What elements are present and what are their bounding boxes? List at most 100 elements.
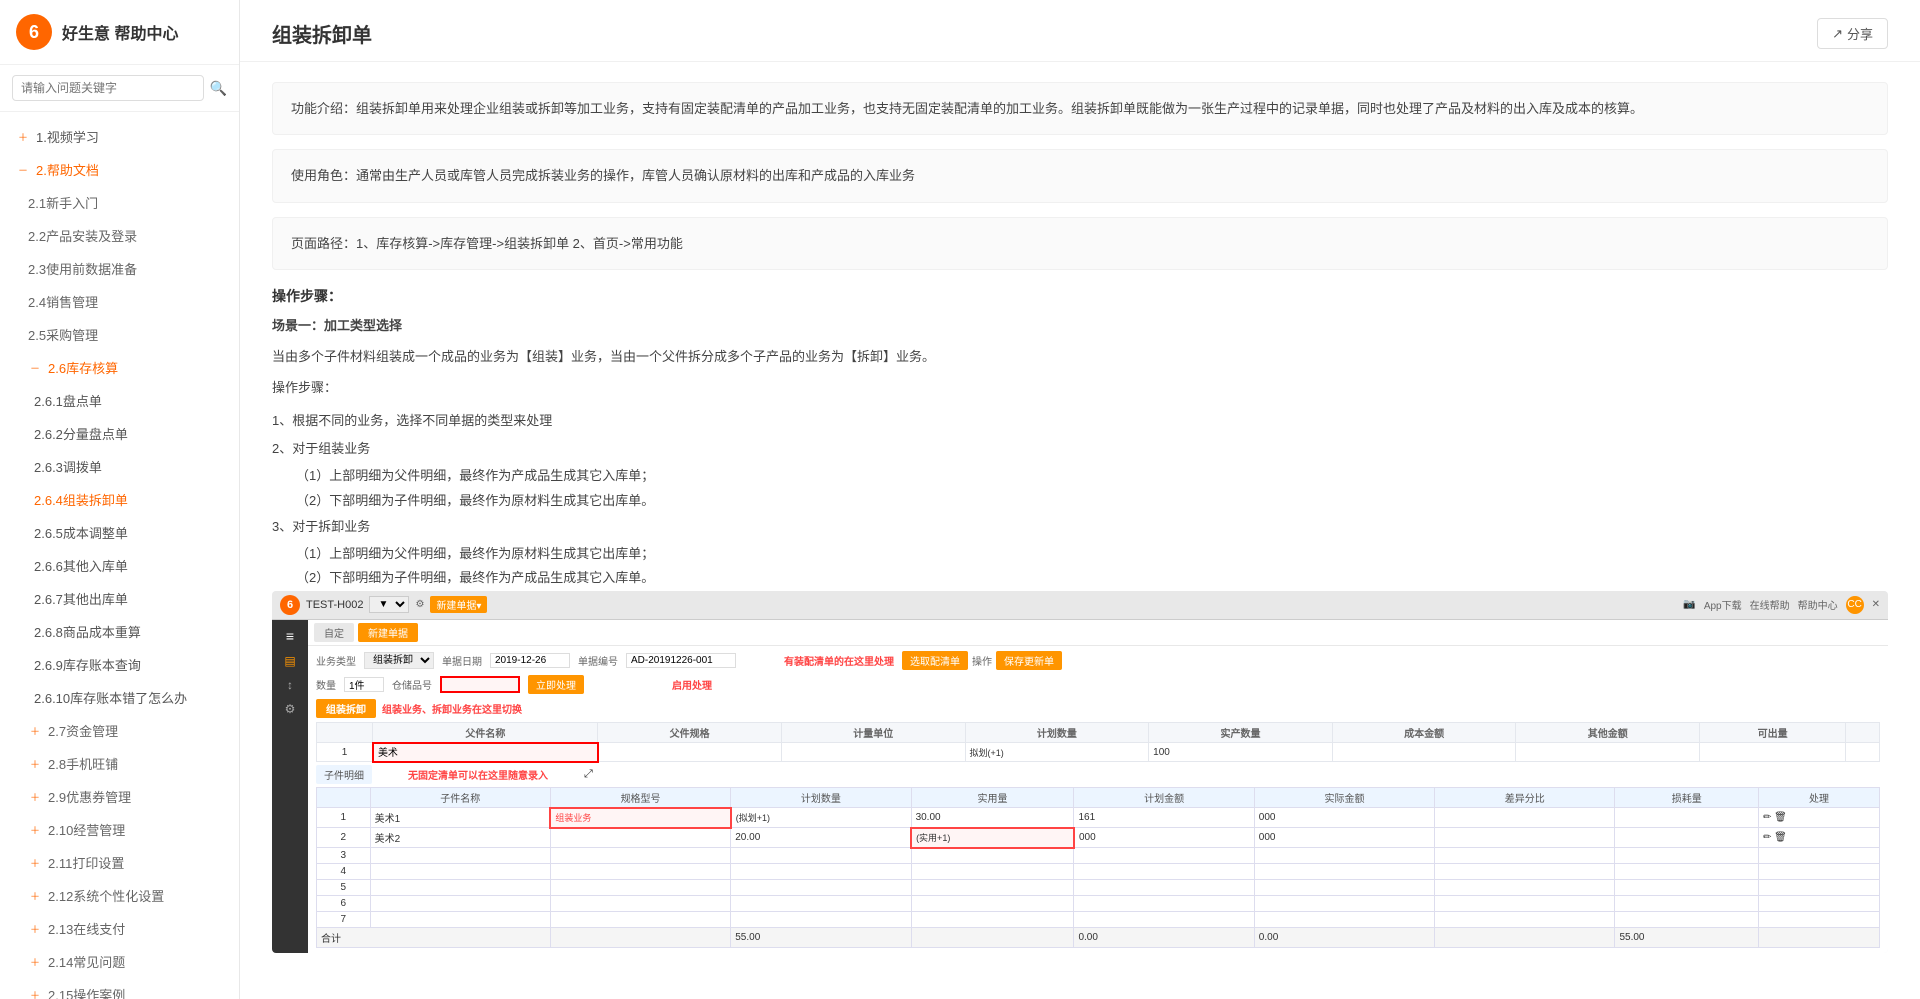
sidebar-item-v2_6_2[interactable]: 2.6.2分量盘点单 — [0, 417, 239, 450]
mock-cell-input-name[interactable] — [378, 746, 428, 757]
mock-type-select[interactable]: 组装拆卸 — [364, 652, 434, 669]
expand-minus-icon: － — [16, 163, 30, 177]
sidebar-item-v2_15[interactable]: ＋2.15操作案例 — [0, 978, 239, 999]
mock-select-list-btn[interactable]: 选取配清单 — [902, 651, 968, 670]
sidebar-item-v2_2[interactable]: 2.2产品安装及登录 — [0, 219, 239, 252]
mock-process-area: 选取配清单 操作 保存更新单 — [902, 651, 1062, 670]
mock-warehouse-input[interactable] — [440, 676, 520, 693]
sidebar-item-v2_6_9[interactable]: 2.6.9库存账本查询 — [0, 648, 239, 681]
mock-tab-new[interactable]: 新建单据 — [358, 623, 418, 642]
step-item-1: 2、对于组装业务 — [272, 436, 1888, 462]
mock-nav-icon3[interactable]: ↕ — [287, 678, 293, 692]
sidebar-item-v2_12[interactable]: ＋2.12系统个性化设置 — [0, 879, 239, 912]
scene1-desc: 当由多个子件材料组装成一个成品的业务为【组装】业务，当由一个父件拆分成多个子产品… — [272, 345, 1888, 370]
mock-main-body: 自定 新建单据 业务类型 组装拆卸 单据日期 单据编号 有装配清单的在这里处理 … — [308, 620, 1888, 954]
mock-date-label: 单据日期 — [442, 653, 482, 668]
mock-lower-row-3: 3 — [317, 848, 1880, 864]
share-button[interactable]: ↗ 分享 — [1817, 18, 1888, 49]
mock-expand-icon[interactable]: ⤢ — [584, 768, 593, 781]
mock-date-input[interactable] — [490, 653, 570, 668]
expand-minus-icon: － — [28, 361, 42, 375]
sidebar-item-v2_6_7[interactable]: 2.6.7其他出库单 — [0, 582, 239, 615]
nav-item-label: 2.6.2分量盘点单 — [34, 424, 128, 443]
mock-user-avatar: CC — [1846, 596, 1864, 614]
mock-form-area: 业务类型 组装拆卸 单据日期 单据编号 有装配清单的在这里处理 选取配清单 操作… — [308, 646, 1888, 954]
mock-row1-edit[interactable]: ✏ — [1763, 812, 1771, 823]
mock-lower-tab[interactable]: 子件明细 — [316, 765, 372, 784]
mock-row1-del[interactable]: 🗑 — [1774, 812, 1787, 823]
expand-plus-icon: ＋ — [28, 823, 42, 837]
mock-titlebar: 6 TEST-H002 ▼ ⚙ 新建单据▾ 📷 App下载 在线帮助 帮助中心 … — [272, 591, 1888, 620]
sidebar-item-v1[interactable]: ＋1.视频学习 — [0, 120, 239, 153]
mock-qty-input[interactable] — [344, 677, 384, 692]
nav-item-label: 2.6.8商品成本重算 — [34, 622, 141, 641]
nav-item-label: 2.4销售管理 — [28, 292, 98, 311]
mock-title-left: 6 TEST-H002 ▼ ⚙ 新建单据▾ — [280, 595, 487, 615]
mock-field-type-label: 业务类型 — [316, 653, 356, 668]
sidebar-item-v2_1[interactable]: 2.1新手入门 — [0, 186, 239, 219]
sidebar: 6 好生意 帮助中心 🔍 ＋1.视频学习－2.帮助文档2.1新手入门2.2产品安… — [0, 0, 240, 999]
mock-qty-label: 数量 — [316, 677, 336, 692]
mock-warehouse-label: 仓储品号 — [392, 677, 432, 692]
mock-nav-icon2[interactable]: ▤ — [284, 654, 295, 668]
nav-item-label: 2.帮助文档 — [36, 160, 99, 179]
sidebar-item-v2_11[interactable]: ＋2.11打印设置 — [0, 846, 239, 879]
mock-tabs: 自定 新建单据 — [308, 620, 1888, 646]
mock-row2-edit[interactable]: ✏ — [1763, 832, 1771, 843]
mock-title-right: 📷 App下载 在线帮助 帮助中心 CC ✕ — [1683, 596, 1880, 614]
nav-list: ＋1.视频学习 － 2.帮助文档 2.1新手入门 2.2产品安装及登录2.3使用前数据准… — [0, 112, 239, 999]
mock-ann3-text: 启用处理 — [672, 677, 712, 692]
scene1-title: 场景一：加工类型选择 — [272, 314, 1888, 339]
mock-section-tab[interactable]: 组装拆卸 — [316, 699, 376, 718]
mock-tab-custom[interactable]: 自定 — [314, 623, 354, 642]
sidebar-item-v2_4[interactable]: 2.4销售管理 — [0, 285, 239, 318]
sidebar-item-v2_6_4[interactable]: 2.6.4组装拆卸单 — [0, 483, 239, 516]
nav-item-label: 2.11打印设置 — [48, 853, 124, 872]
mock-process-btn[interactable]: 立即处理 — [528, 675, 584, 694]
mock-lower-row-1: 1 美术1 组装业务 (拟划+1) 30.00 161 000 ✏ 🗑 — [317, 808, 1880, 828]
step-item-6: （2）下部明细为子件明细，最终作为产成品生成其它入库单。 — [272, 566, 1888, 591]
sidebar-item-v2_6[interactable]: －2.6库存核算 — [0, 351, 239, 384]
search-box: 🔍 — [0, 65, 239, 112]
mock-nav-icon1[interactable]: ≡ — [286, 628, 294, 644]
sidebar-item-v2_7[interactable]: ＋2.7资金管理 — [0, 714, 239, 747]
sidebar-item-v2[interactable]: － 2.帮助文档 — [0, 153, 239, 186]
sidebar-item-v2_6_1[interactable]: 2.6.1盘点单 — [0, 384, 239, 417]
sidebar-item-v2_5[interactable]: 2.5采购管理 — [0, 318, 239, 351]
nav-item-label: 2.13在线支付 — [48, 919, 125, 938]
expand-plus-icon: ＋ — [28, 955, 42, 969]
mock-btn-sep: 操作 — [972, 653, 992, 668]
mock-nav-icon4[interactable]: ⚙ — [285, 702, 296, 716]
mock-lower-row-4: 4 — [317, 864, 1880, 880]
nav-item-label: 2.6.9库存账本查询 — [34, 655, 141, 674]
sidebar-item-v2_9[interactable]: ＋2.9优惠券管理 — [0, 780, 239, 813]
sidebar-item-v2_6_5[interactable]: 2.6.5成本调整单 — [0, 516, 239, 549]
mock-close-icon[interactable]: ✕ — [1872, 599, 1880, 610]
mock-row2-del[interactable]: 🗑 — [1774, 832, 1787, 843]
mock-lower-row-6: 6 — [317, 896, 1880, 912]
ops-steps-title: 操作步骤： — [272, 286, 1888, 306]
mock-badge-center: 帮助中心 — [1798, 597, 1838, 612]
mock-company-select[interactable]: ▼ — [369, 596, 409, 613]
sidebar-item-v2_6_3[interactable]: 2.6.3调拨单 — [0, 450, 239, 483]
mock-new-doc-btn[interactable]: 新建单据▾ — [430, 596, 487, 613]
sidebar-item-v2_14[interactable]: ＋2.14常见问题 — [0, 945, 239, 978]
step-item-3: （2）下部明细为子件明细，最终作为原材料生成其它出库单。 — [272, 489, 1888, 514]
sidebar-item-v2_3[interactable]: 2.3使用前数据准备 — [0, 252, 239, 285]
search-icon[interactable]: 🔍 — [210, 80, 227, 97]
search-input[interactable] — [12, 75, 204, 101]
sidebar-item-v2_8[interactable]: ＋2.8手机旺铺 — [0, 747, 239, 780]
sidebar-item-v2_6_10[interactable]: 2.6.10库存账本错了怎么办 — [0, 681, 239, 714]
info-block-path: 页面路径：1、库存核算->库存管理->组装拆卸单 2、首页->常用功能 — [272, 217, 1888, 270]
sidebar-item-v2_6_6[interactable]: 2.6.6其他入库单 — [0, 549, 239, 582]
sidebar-item-v2_10[interactable]: ＋2.10经营管理 — [0, 813, 239, 846]
sidebar-item-v2_13[interactable]: ＋2.13在线支付 — [0, 912, 239, 945]
info-block-role: 使用角色：通常由生产人员或库管人员完成拆装业务的操作，库管人员确认原材料的出库和… — [272, 149, 1888, 202]
step-item-4: 3、对于拆卸业务 — [272, 514, 1888, 540]
mock-save-btn[interactable]: 保存更新单 — [996, 651, 1062, 670]
mock-no-input[interactable] — [626, 653, 736, 668]
nav-item-label: 2.1新手入门 — [28, 193, 98, 212]
step-item-0: 1、根据不同的业务，选择不同单据的类型来处理 — [272, 408, 1888, 434]
mock-upper-table: 父件名称 父件规格 计量单位 计划数量 实产数量 成本金额 其他金额 可出量 1 — [316, 722, 1880, 763]
sidebar-item-v2_6_8[interactable]: 2.6.8商品成本重算 — [0, 615, 239, 648]
